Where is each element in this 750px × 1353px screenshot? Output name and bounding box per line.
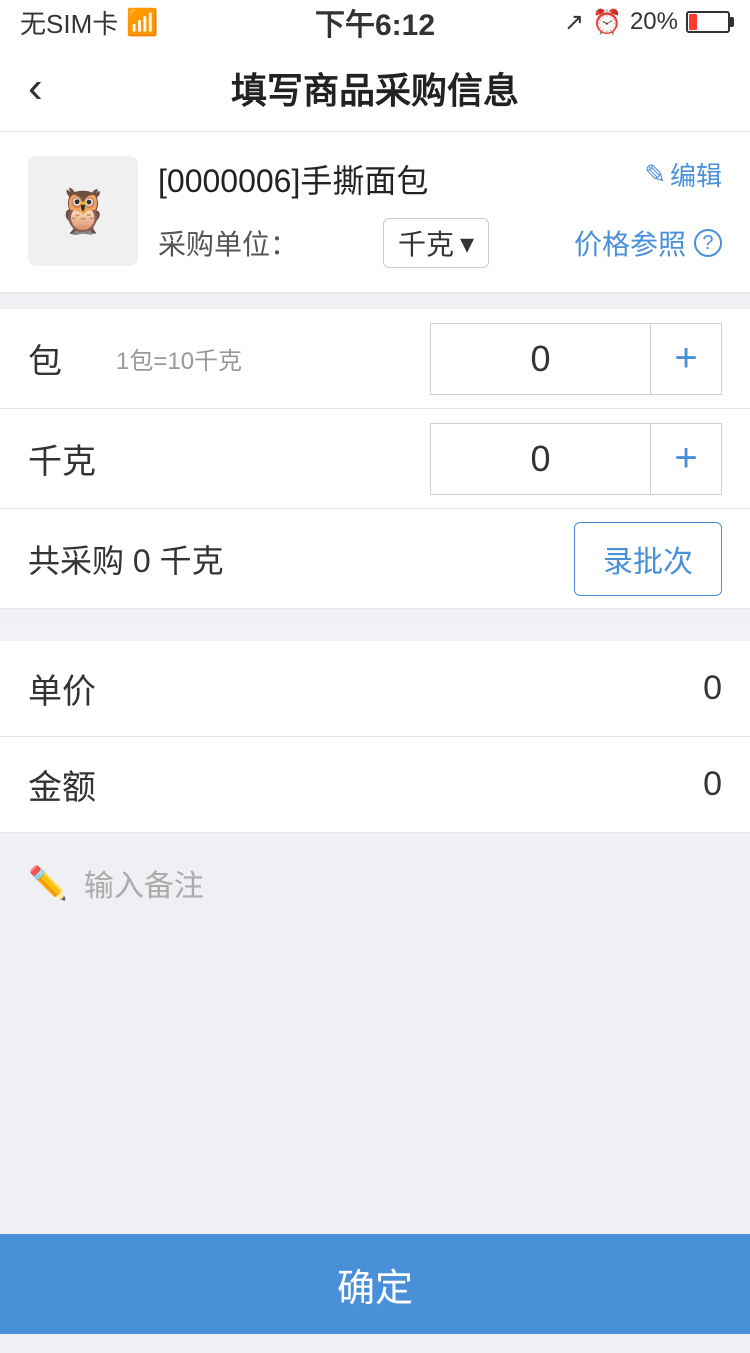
wifi-icon: 📶 [126,7,158,38]
edit-button[interactable]: ✎ 编辑 [644,156,722,193]
unit-select[interactable]: 千克 ▾ [383,218,489,268]
record-batch-button[interactable]: 录批次 [574,522,722,596]
product-info: [0000006]手撕面包 ✎ 编辑 采购单位： 千克 ▾ 价格参照 ? [158,156,722,268]
kg-input-row: 千克 + [0,409,750,509]
product-card: 🦉 [0000006]手撕面包 ✎ 编辑 采购单位： 千克 ▾ 价格参照 ? [0,132,750,293]
pack-input-group: + [430,323,722,395]
alarm-icon: ⏰ [592,8,622,37]
kg-label: 千克 [28,434,108,483]
pack-plus-button[interactable]: + [650,323,722,395]
status-bar: 无SIM卡 📶 下午6:12 ↗ ⏰ 20% [0,0,750,44]
price-reference-button[interactable]: 价格参照 ? [574,223,722,263]
status-left: 无SIM卡 📶 [20,4,159,41]
kg-quantity-input[interactable] [430,423,650,495]
section-divider-1 [0,293,750,309]
battery-icon [686,11,730,33]
status-right: ↗ ⏰ 20% [564,8,730,37]
product-header: [0000006]手撕面包 ✎ 编辑 [158,156,722,202]
pack-label: 包 [28,334,108,383]
unit-price-row: 单价 0 [0,641,750,737]
amount-value: 0 [703,765,722,804]
total-label: 共采购 0 千克 [28,536,224,582]
pack-input-row: 包 1包=10千克 + [0,309,750,409]
info-section: 单价 0 金额 0 [0,641,750,833]
amount-label: 金额 [28,760,96,809]
unit-price-label: 单价 [28,664,96,713]
note-section[interactable]: ✏️ 输入备注 [0,833,750,933]
product-unit-row: 采购单位： 千克 ▾ 价格参照 ? [158,218,722,268]
location-icon: ↗ [564,8,584,37]
battery-percent: 20% [630,8,678,36]
price-ref-label: 价格参照 [574,223,686,263]
page-title: 填写商品采购信息 [231,62,519,114]
pack-quantity-input[interactable] [430,323,650,395]
nav-bar: ‹ 填写商品采购信息 [0,44,750,132]
edit-label: 编辑 [670,156,722,193]
product-name: [0000006]手撕面包 [158,156,644,202]
total-row: 共采购 0 千克 录批次 [0,509,750,609]
section-divider-2 [0,609,750,625]
kg-input-group: + [430,423,722,495]
kg-plus-button[interactable]: + [650,423,722,495]
back-button[interactable]: ‹ [28,66,43,110]
product-logo: 🦉 [56,185,111,237]
pack-sub-label: 1包=10千克 [116,341,242,376]
chevron-down-icon: ▾ [460,227,474,260]
input-section: 包 1包=10千克 + 千克 + [0,309,750,509]
content-area [0,933,750,1233]
note-placeholder: 输入备注 [84,861,204,905]
unit-price-value: 0 [703,669,722,708]
battery-fill [689,14,697,30]
status-time: 下午6:12 [315,0,435,44]
help-icon: ? [694,229,722,257]
confirm-button[interactable]: 确定 [0,1234,750,1334]
carrier-text: 无SIM卡 [20,4,118,41]
product-image: 🦉 [28,156,138,266]
pencil-icon: ✏️ [28,864,68,902]
amount-row: 金额 0 [0,737,750,833]
unit-label: 采购单位： [158,223,298,263]
unit-value: 千克 [398,223,454,263]
edit-icon: ✎ [644,159,666,190]
